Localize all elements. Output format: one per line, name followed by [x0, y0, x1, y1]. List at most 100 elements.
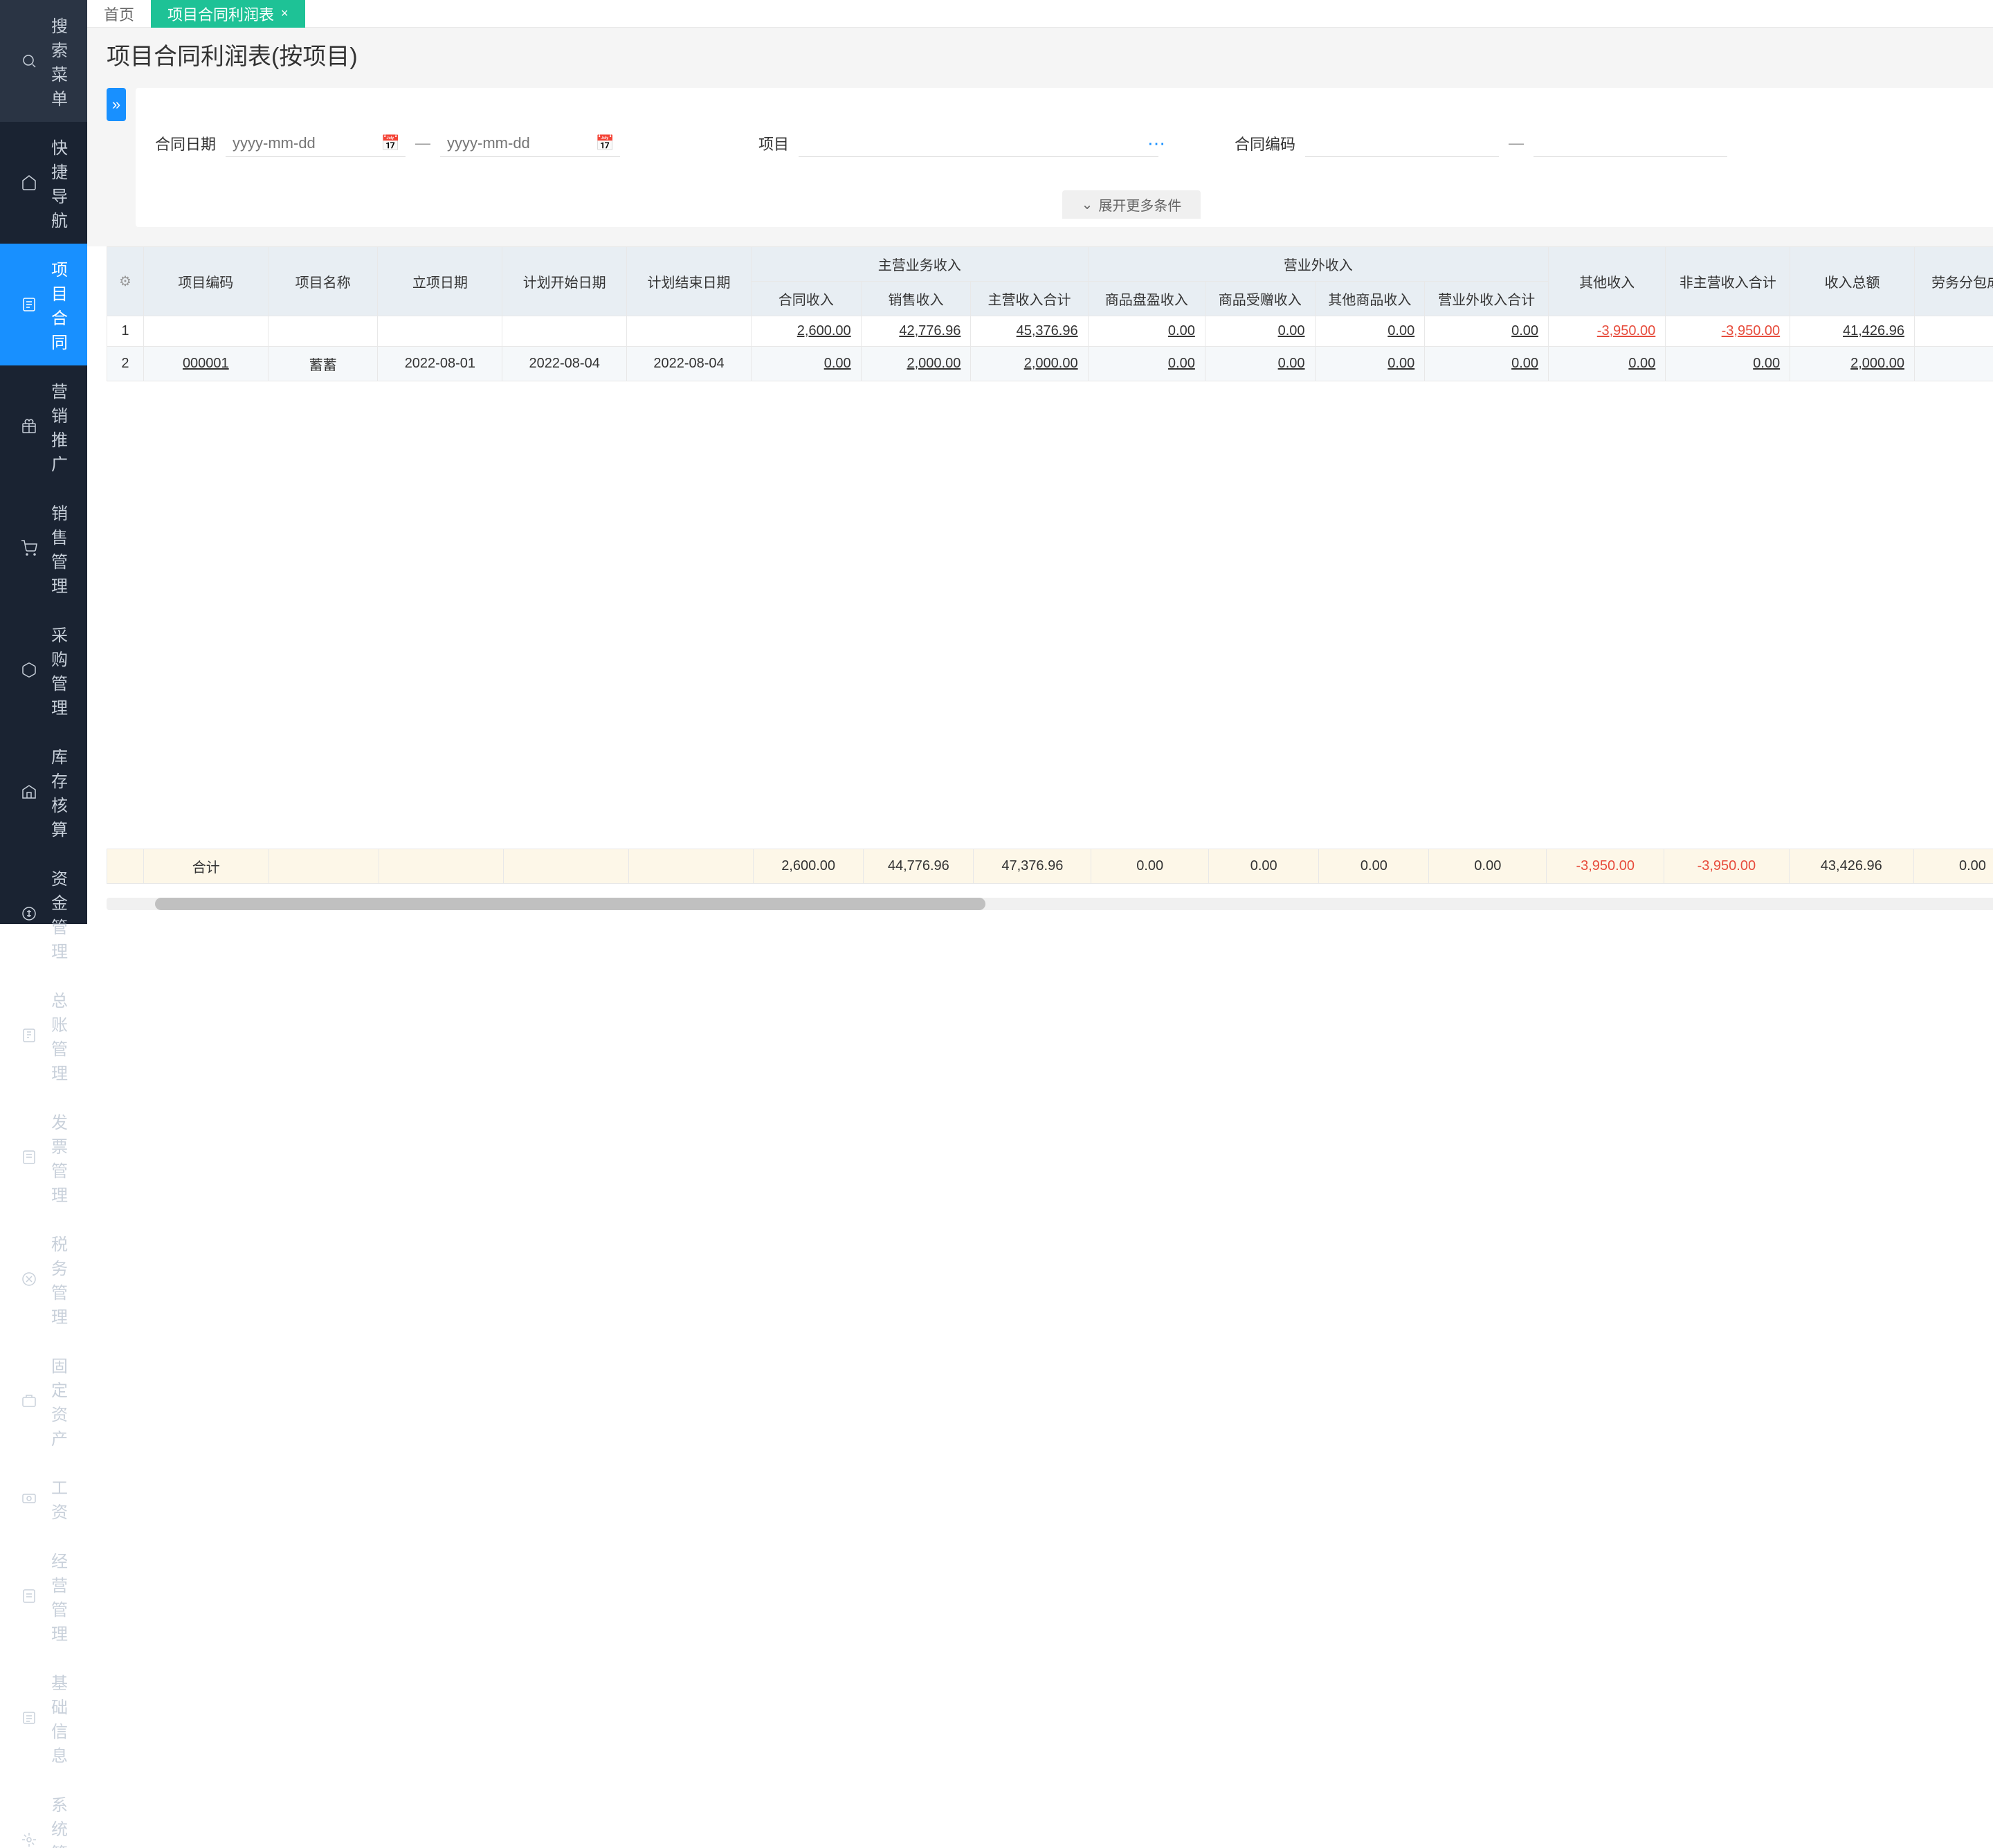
sidebar-item-13[interactable]: 经营管理 — [0, 1535, 87, 1657]
th-sales-income[interactable]: 销售收入 — [861, 282, 971, 316]
tab-current[interactable]: 项目合同利润表 × — [151, 0, 305, 28]
page-header: 项目合同利润表(按项目) 导出 刷新 — [87, 28, 1993, 88]
cell-contract-income[interactable]: 0.00 — [751, 347, 861, 381]
cell-name — [268, 316, 378, 347]
th-income-total[interactable]: 收入总额 — [1790, 247, 1915, 316]
sidebar-item-10[interactable]: 税务管理 — [0, 1218, 87, 1340]
table-row[interactable]: 2000001蓄蓄2022-08-012022-08-042022-08-040… — [107, 347, 1993, 381]
cell-code[interactable]: 000001 — [143, 347, 268, 381]
footer-cell: -3,950.00 — [1664, 849, 1789, 884]
sidebar-item-11[interactable]: 固定资产 — [0, 1340, 87, 1462]
th-project-code[interactable]: 项目编码 — [143, 247, 268, 316]
sidebar-item-label: 经营管理 — [51, 1548, 68, 1645]
search-icon — [19, 51, 39, 71]
cell-start — [378, 316, 502, 347]
cell-other-income2[interactable]: 0.00 — [1549, 347, 1666, 381]
cell-income-total[interactable]: 2,000.00 — [1790, 347, 1915, 381]
cell-other-goods[interactable]: 0.00 — [1315, 316, 1425, 347]
invoice-icon — [19, 1148, 39, 1167]
cell-income-total[interactable]: 41,426.96 — [1790, 316, 1915, 347]
table-row[interactable]: 12,600.0042,776.9645,376.960.000.000.000… — [107, 316, 1993, 347]
sidebar-item-12[interactable]: 工资 — [0, 1462, 87, 1535]
page-title: 项目合同利润表(按项目) — [107, 37, 358, 71]
sidebar-item-15[interactable]: 系统管理 — [0, 1779, 87, 1848]
field-contract-date: 合同日期 📅 — 📅 — [155, 129, 620, 157]
collapse-filter-icon[interactable]: » — [107, 88, 126, 121]
expand-filters-button[interactable]: ⌄ 展开更多条件 — [1062, 190, 1201, 219]
horizontal-scrollbar[interactable] — [107, 898, 1993, 910]
code-to-input[interactable] — [1534, 129, 1727, 157]
cell-other-goods[interactable]: 0.00 — [1315, 347, 1425, 381]
horizontal-scroll-thumb[interactable] — [155, 898, 985, 910]
cell-main-total[interactable]: 45,376.96 — [971, 316, 1088, 347]
sidebar-item-5[interactable]: 采购管理 — [0, 609, 87, 731]
cell-donate[interactable]: 0.00 — [1205, 316, 1315, 347]
th-project-name[interactable]: 项目名称 — [268, 247, 378, 316]
project-input[interactable] — [799, 129, 1158, 157]
sidebar-item-0[interactable]: 搜索菜单 — [0, 0, 87, 122]
th-labor-cost[interactable]: 劳务分包成本 — [1914, 247, 1993, 316]
tab-home[interactable]: 首页 — [87, 0, 151, 28]
home-icon — [19, 173, 39, 192]
sidebar-item-label: 库存核算 — [51, 743, 68, 840]
cell-contract-income[interactable]: 2,600.00 — [751, 316, 861, 347]
sidebar-item-7[interactable]: 资金管理 — [0, 853, 87, 975]
sidebar-item-6[interactable]: 库存核算 — [0, 731, 87, 853]
sidebar-items: 搜索菜单快捷导航项目合同营销推广销售管理采购管理库存核算资金管理总账管理发票管理… — [0, 0, 87, 1848]
cell-non-main-total[interactable]: -3,950.00 — [1666, 316, 1790, 347]
th-non-main-total[interactable]: 非主营收入合计 — [1666, 247, 1790, 316]
th-other-total[interactable]: 营业外收入合计 — [1425, 282, 1549, 316]
th-start-date[interactable]: 立项日期 — [378, 247, 502, 316]
gear-icon[interactable]: ⚙ — [119, 274, 131, 289]
ledger-icon — [19, 1026, 39, 1045]
sidebar-item-label: 系统管理 — [51, 1791, 68, 1848]
cell-labor-cost[interactable]: 0.00 — [1914, 347, 1993, 381]
cell-surplus[interactable]: 0.00 — [1088, 316, 1205, 347]
cell-pstart — [502, 316, 627, 347]
cell-donate[interactable]: 0.00 — [1205, 347, 1315, 381]
sidebar-item-8[interactable]: 总账管理 — [0, 975, 87, 1096]
sidebar-item-9[interactable]: 发票管理 — [0, 1096, 87, 1218]
sidebar-item-label: 资金管理 — [51, 865, 68, 962]
footer-cell: -3,950.00 — [1547, 849, 1664, 884]
th-contract-income[interactable]: 合同收入 — [751, 282, 861, 316]
cell-main-total[interactable]: 2,000.00 — [971, 347, 1088, 381]
lookup-icon[interactable]: ⋯ — [1147, 133, 1165, 154]
th-plan-end[interactable]: 计划结束日期 — [627, 247, 752, 316]
sidebar-item-1[interactable]: 快捷导航 — [0, 122, 87, 244]
sidebar-item-14[interactable]: 基础信息 — [0, 1657, 87, 1779]
date-to-input[interactable] — [440, 129, 620, 157]
sidebar-item-3[interactable]: 营销推广 — [0, 365, 87, 487]
cell-other-income2[interactable]: -3,950.00 — [1549, 316, 1666, 347]
cell-sales-income[interactable]: 2,000.00 — [861, 347, 971, 381]
expand-label: 展开更多条件 — [1098, 194, 1181, 215]
cell-pend: 2022-08-04 — [627, 347, 752, 381]
th-other-goods[interactable]: 其他商品收入 — [1315, 282, 1425, 316]
th-main-total[interactable]: 主营收入合计 — [971, 282, 1088, 316]
date-from-input[interactable] — [226, 129, 406, 157]
th-plan-start[interactable]: 计划开始日期 — [502, 247, 627, 316]
cell-labor-cost[interactable]: 0.00 — [1914, 316, 1993, 347]
date-label: 合同日期 — [155, 132, 216, 154]
code-from-input[interactable] — [1305, 129, 1499, 157]
cell-other-total[interactable]: 0.00 — [1425, 347, 1549, 381]
sidebar-item-4[interactable]: 销售管理 — [0, 487, 87, 609]
footer-cell: 44,776.96 — [864, 849, 974, 884]
footer-label: 合计 — [144, 849, 269, 884]
cell-code[interactable] — [143, 316, 268, 347]
cell-sales-income[interactable]: 42,776.96 — [861, 316, 971, 347]
info-icon — [19, 1708, 39, 1728]
tab-close-icon[interactable]: × — [281, 6, 289, 21]
th-donate[interactable]: 商品受赠收入 — [1205, 282, 1315, 316]
sidebar-item-label: 税务管理 — [51, 1231, 68, 1328]
th-other-income-group: 营业外收入 — [1088, 247, 1548, 282]
data-table: ⚙ 项目编码 项目名称 立项日期 计划开始日期 计划结束日期 主营业务收入 营业… — [107, 246, 1993, 381]
cell-surplus[interactable]: 0.00 — [1088, 347, 1205, 381]
sidebar-item-2[interactable]: 项目合同 — [0, 244, 87, 365]
th-other-income2[interactable]: 其他收入 — [1549, 247, 1666, 316]
table-area: ⚙ 项目编码 项目名称 立项日期 计划开始日期 计划结束日期 主营业务收入 营业… — [107, 246, 1993, 884]
th-surplus[interactable]: 商品盘盈收入 — [1088, 282, 1205, 316]
table-scroll[interactable]: ⚙ 项目编码 项目名称 立项日期 计划开始日期 计划结束日期 主营业务收入 营业… — [107, 246, 1993, 884]
cell-other-total[interactable]: 0.00 — [1425, 316, 1549, 347]
cell-non-main-total[interactable]: 0.00 — [1666, 347, 1790, 381]
